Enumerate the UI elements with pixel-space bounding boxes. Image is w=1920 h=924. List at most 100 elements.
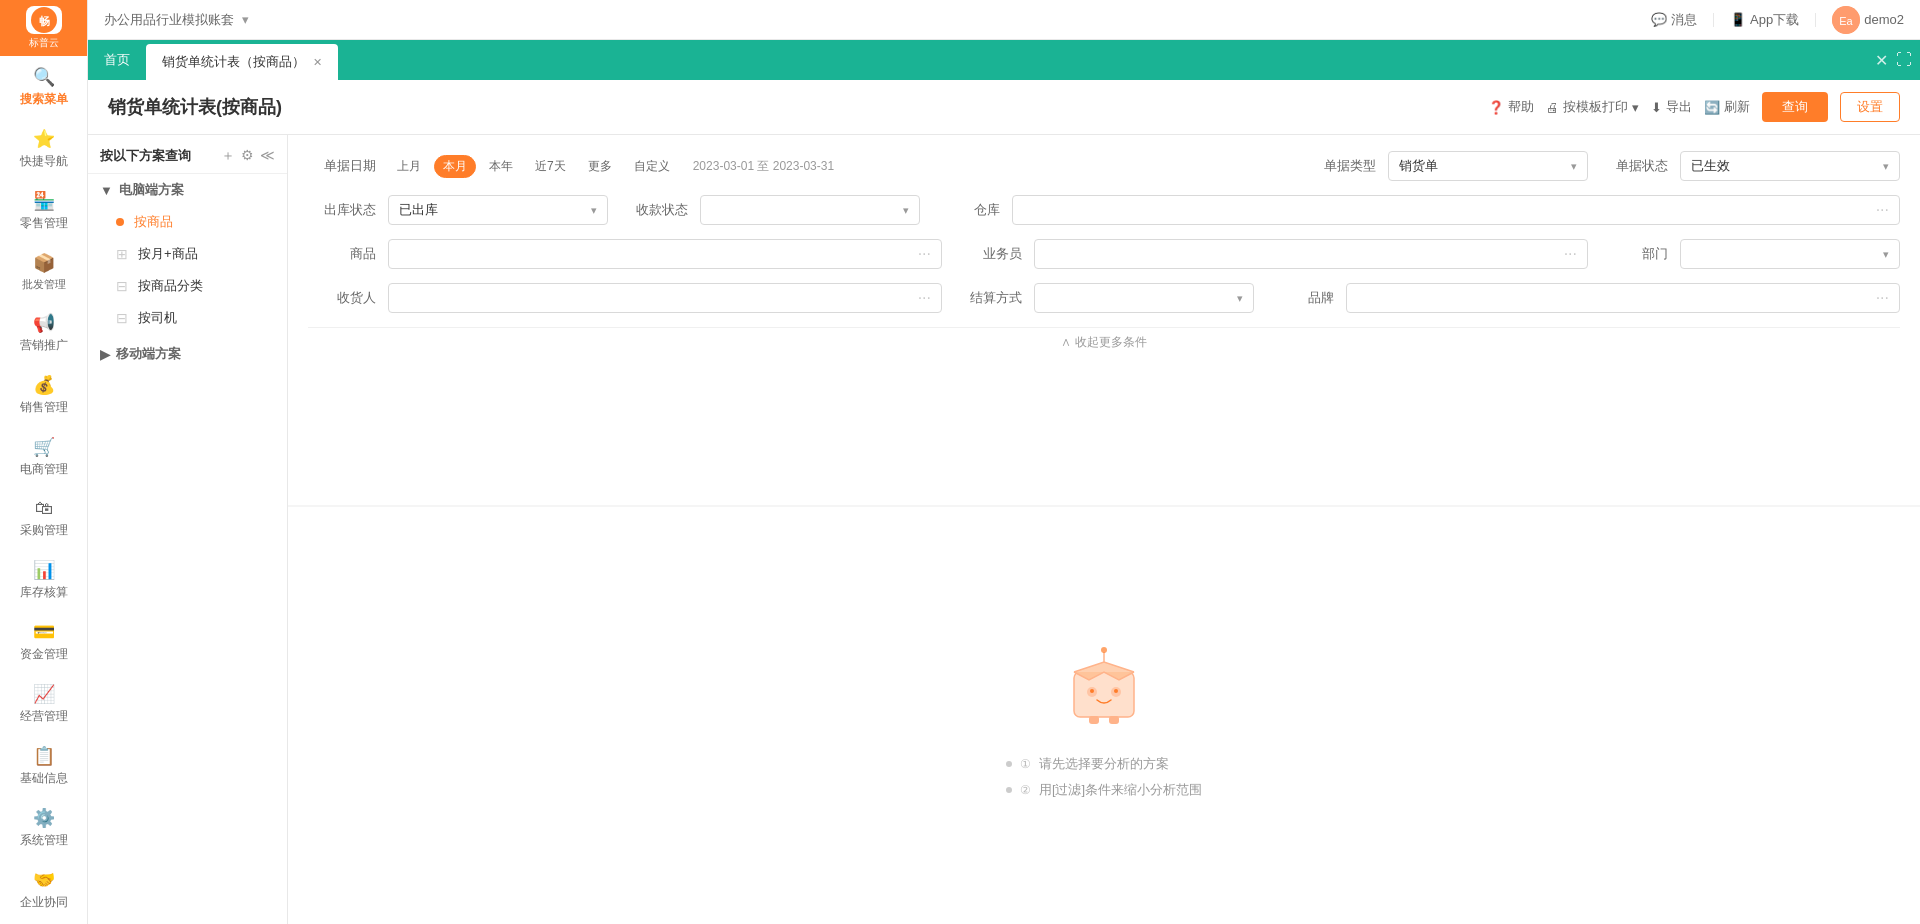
receiver-input[interactable]: ··· bbox=[388, 283, 942, 313]
outbound-label: 出库状态 bbox=[308, 201, 376, 219]
salesperson-dots-icon[interactable]: ··· bbox=[1564, 245, 1577, 263]
dropdown-arrow-icon[interactable]: ▾ bbox=[242, 12, 249, 27]
sidebar: 畅 标普云 🔍 搜索菜单 ⭐ 快捷导航 🏪 零售管理 📦 批发管理 📢 营销推广… bbox=[0, 0, 88, 924]
svg-point-10 bbox=[1101, 647, 1107, 653]
salesperson-group: ··· bbox=[1034, 239, 1588, 269]
doctype-label: 单据类型 bbox=[1308, 157, 1376, 175]
dept-select[interactable]: ▾ bbox=[1680, 239, 1900, 269]
sidebar-item-operations[interactable]: 📈 经营管理 bbox=[0, 673, 87, 735]
sidebar-item-search[interactable]: 🔍 搜索菜单 bbox=[0, 56, 87, 118]
help-button[interactable]: ❓ 帮助 bbox=[1488, 98, 1534, 116]
maximize-button[interactable]: ⛶ bbox=[1896, 51, 1912, 69]
export-button[interactable]: ⬇ 导出 bbox=[1651, 98, 1692, 116]
settlement-select[interactable]: ▾ bbox=[1034, 283, 1254, 313]
product-input[interactable]: ··· bbox=[388, 239, 942, 269]
topbar-left: 办公用品行业模拟账套 ▾ bbox=[104, 11, 249, 29]
sidebar-item-finance[interactable]: 💳 资金管理 bbox=[0, 611, 87, 673]
doctype-select[interactable]: 销货单 ▾ bbox=[1388, 151, 1588, 181]
tip1-icon: ① bbox=[1020, 757, 1031, 771]
salesperson-input[interactable]: ··· bbox=[1034, 239, 1588, 269]
wholesale-icon: 📦 bbox=[33, 252, 55, 274]
outbound-select[interactable]: 已出库 ▾ bbox=[388, 195, 608, 225]
tree-mobile-section[interactable]: ▶ 移动端方案 bbox=[88, 338, 287, 370]
filter-row-4: 收货人 ··· 结算方式 ▾ 品牌 bbox=[308, 283, 1900, 313]
date-tags: 上月 本月 本年 近7天 更多 自定义 bbox=[388, 155, 679, 178]
svg-rect-11 bbox=[1089, 716, 1099, 724]
page-header: 销货单统计表(按商品) ❓ 帮助 🖨 按模板打印 ▾ ⬇ 导出 🔄 刷新 bbox=[88, 80, 1920, 135]
brand-dots-icon[interactable]: ··· bbox=[1876, 289, 1889, 307]
warehouse-input[interactable]: ··· bbox=[1012, 195, 1900, 225]
topbar: 办公用品行业模拟账套 ▾ 💬 消息 📱 App下载 Ea bbox=[88, 0, 1920, 40]
query-button[interactable]: 查询 bbox=[1762, 92, 1828, 122]
svg-rect-12 bbox=[1109, 716, 1119, 724]
sidebar-item-basic[interactable]: 📋 基础信息 bbox=[0, 735, 87, 797]
sidebar-item-sales[interactable]: 💰 销售管理 bbox=[0, 364, 87, 426]
outbound-value: 已出库 bbox=[399, 201, 591, 219]
app-download-button[interactable]: 📱 App下载 bbox=[1730, 11, 1799, 29]
warehouse-label: 仓库 bbox=[932, 201, 1000, 219]
filter-row-3: 商品 ··· 业务员 ··· bbox=[308, 239, 1900, 269]
tag-custom[interactable]: 自定义 bbox=[625, 155, 679, 178]
sidebar-item-wholesale[interactable]: 📦 批发管理 bbox=[0, 242, 87, 302]
tag-this-year[interactable]: 本年 bbox=[480, 155, 522, 178]
close-tab-button[interactable]: ✕ bbox=[1875, 51, 1888, 70]
warehouse-dots-icon[interactable]: ··· bbox=[1876, 201, 1889, 219]
sidebar-item-marketing[interactable]: 📢 营销推广 bbox=[0, 302, 87, 364]
sidebar-menu: 🔍 搜索菜单 ⭐ 快捷导航 🏪 零售管理 📦 批发管理 📢 营销推广 💰 销售管… bbox=[0, 56, 87, 924]
sidebar-item-ecommerce[interactable]: 🛒 电商管理 bbox=[0, 426, 87, 488]
left-panel-icons: ＋ ⚙ ≪ bbox=[221, 147, 275, 165]
topbar-divider bbox=[1713, 13, 1714, 27]
sidebar-item-retail[interactable]: 🏪 零售管理 bbox=[0, 180, 87, 242]
add-scheme-icon[interactable]: ＋ bbox=[221, 147, 235, 165]
retail-icon: 🏪 bbox=[33, 190, 55, 212]
tree-mobile-label: 移动端方案 bbox=[116, 345, 181, 363]
collapse-panel-icon[interactable]: ≪ bbox=[260, 147, 275, 165]
tree-item-by-product[interactable]: 按商品 bbox=[88, 206, 287, 238]
collapse-label: 收起更多条件 bbox=[1075, 335, 1147, 349]
tag-more[interactable]: 更多 bbox=[579, 155, 621, 178]
sidebar-item-system[interactable]: ⚙️ 系统管理 bbox=[0, 797, 87, 859]
docstatus-label: 单据状态 bbox=[1600, 157, 1668, 175]
sidebar-item-quicknav[interactable]: ⭐ 快捷导航 bbox=[0, 118, 87, 180]
tree-item-by-category[interactable]: ⊟ 按商品分类 bbox=[88, 270, 287, 302]
tab-report[interactable]: 销货单统计表（按商品） ✕ bbox=[146, 44, 338, 80]
tree-item-by-driver[interactable]: ⊟ 按司机 bbox=[88, 302, 287, 334]
sidebar-item-enterprise[interactable]: 🤝 企业协同 bbox=[0, 859, 87, 921]
product-dots-icon[interactable]: ··· bbox=[918, 245, 931, 263]
refresh-button[interactable]: 🔄 刷新 bbox=[1704, 98, 1750, 116]
docstatus-select[interactable]: 已生效 ▾ bbox=[1680, 151, 1900, 181]
print-button[interactable]: 🖨 按模板打印 ▾ bbox=[1546, 98, 1639, 116]
dept-label: 部门 bbox=[1600, 245, 1668, 263]
doctype-arrow-icon: ▾ bbox=[1571, 160, 1577, 173]
tree-desktop-section[interactable]: ▼ 电脑端方案 bbox=[88, 174, 287, 206]
receiver-dots-icon[interactable]: ··· bbox=[918, 289, 931, 307]
tag-last-month[interactable]: 上月 bbox=[388, 155, 430, 178]
main-area: 办公用品行业模拟账套 ▾ 💬 消息 📱 App下载 Ea bbox=[88, 0, 1920, 924]
enterprise-icon: 🤝 bbox=[33, 869, 55, 891]
user-menu[interactable]: Ea demo2 bbox=[1832, 6, 1904, 34]
search-icon: 🔍 bbox=[33, 66, 55, 88]
tab-home[interactable]: 首页 bbox=[88, 40, 146, 80]
tip2-icon: ② bbox=[1020, 783, 1031, 797]
sidebar-item-inventory[interactable]: 📊 库存核算 bbox=[0, 549, 87, 611]
tag-this-month[interactable]: 本月 bbox=[434, 155, 476, 178]
payment-select[interactable]: ▾ bbox=[700, 195, 920, 225]
salesperson-label: 业务员 bbox=[954, 245, 1022, 263]
empty-tip-2: ② 用[过滤]条件来缩小分析范围 bbox=[1006, 781, 1202, 799]
settings-button[interactable]: 设置 bbox=[1840, 92, 1900, 122]
payment-label: 收款状态 bbox=[620, 201, 688, 219]
brand-input[interactable]: ··· bbox=[1346, 283, 1900, 313]
basic-icon: 📋 bbox=[33, 745, 55, 767]
export-icon: ⬇ bbox=[1651, 100, 1662, 115]
sub-item-icon3: ⊟ bbox=[116, 310, 128, 326]
industry-label: 办公用品行业模拟账套 bbox=[104, 11, 234, 29]
sidebar-item-purchase[interactable]: 🛍 采购管理 bbox=[0, 488, 87, 549]
message-button[interactable]: 💬 消息 bbox=[1651, 11, 1697, 29]
tag-last-7days[interactable]: 近7天 bbox=[526, 155, 575, 178]
help-icon: ❓ bbox=[1488, 100, 1504, 115]
edit-scheme-icon[interactable]: ⚙ bbox=[241, 147, 254, 165]
tree-item-by-month-product[interactable]: ⊞ 按月+商品 bbox=[88, 238, 287, 270]
tab-close-icon[interactable]: ✕ bbox=[313, 56, 322, 69]
collapse-bar[interactable]: ∧ 收起更多条件 bbox=[308, 327, 1900, 357]
empty-tip-1: ① 请先选择要分析的方案 bbox=[1006, 755, 1202, 773]
